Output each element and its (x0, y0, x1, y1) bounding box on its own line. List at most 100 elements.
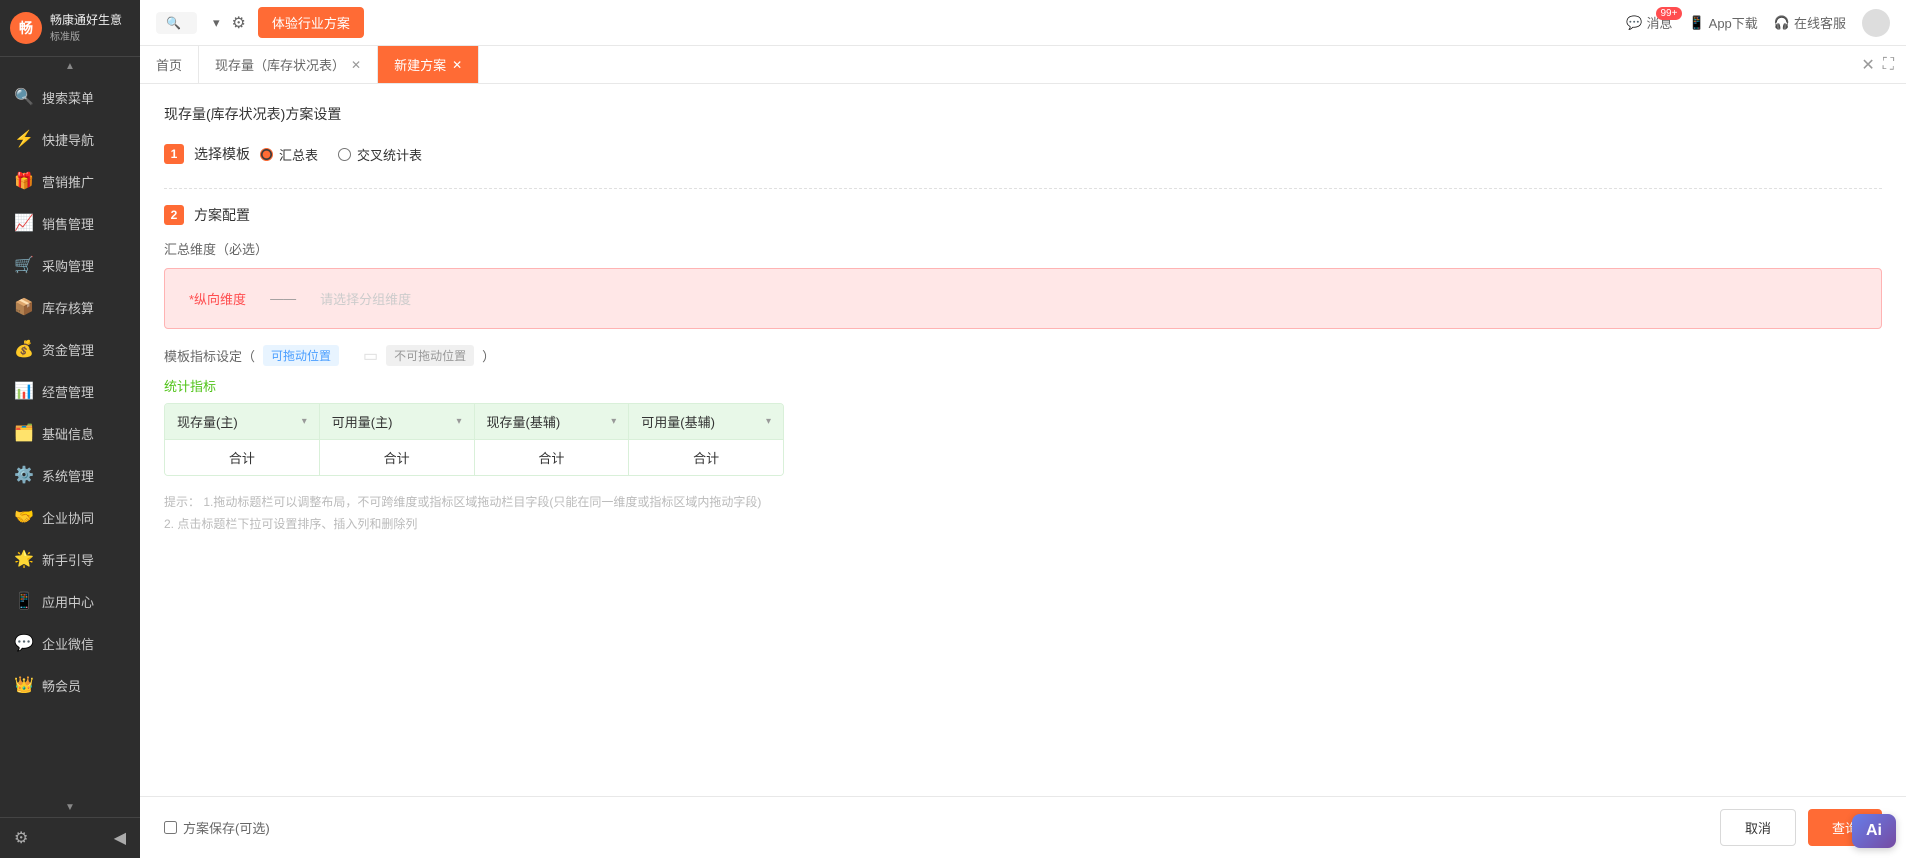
weixin-icon: 💬 (14, 633, 34, 653)
ai-badge[interactable]: Ai (1852, 814, 1896, 848)
sidebar-item-weixin[interactable]: 💬 企业微信 (0, 622, 140, 664)
sidebar-item-label: 基础信息 (42, 424, 94, 443)
tab-close-icon[interactable]: ✕ (452, 58, 462, 72)
sidebar-item-marketing[interactable]: 🎁 营销推广 (0, 160, 140, 202)
stats-section: 统计指标 现存量(主) ▾ 可用量(主) ▾ (164, 376, 1882, 476)
step1-title: 选择模板 (194, 144, 250, 164)
bottom-bar: 方案保存(可选) 取消 查询 (140, 796, 1906, 858)
stats-cell-0: 合计 (165, 440, 320, 475)
collapse-icon[interactable]: ◀ (114, 828, 126, 848)
avatar[interactable] (1862, 9, 1890, 37)
sidebar-item-sales[interactable]: 📈 销售管理 (0, 202, 140, 244)
col-label-2: 现存量(基辅) (487, 412, 561, 431)
dimension-label: 汇总维度（必选） (164, 239, 1882, 258)
sidebar-item-system[interactable]: ⚙️ 系统管理 (0, 454, 140, 496)
chevron-down-icon: ▾ (213, 15, 220, 31)
stats-col-2[interactable]: 现存量(基辅) ▾ (475, 404, 630, 439)
radio-summary-input[interactable] (260, 148, 273, 161)
home-tab-label: 首页 (156, 55, 182, 74)
tab-close-icon[interactable]: ✕ (351, 58, 361, 72)
stats-col-3[interactable]: 可用量(基辅) ▾ (629, 404, 783, 439)
industry-button[interactable]: 体验行业方案 (258, 7, 364, 38)
basic-icon: 🗂️ (14, 423, 34, 443)
sidebar-item-purchase[interactable]: 🛒 采购管理 (0, 244, 140, 286)
sidebar-item-basic[interactable]: 🗂️ 基础信息 (0, 412, 140, 454)
stats-col-0[interactable]: 现存量(主) ▾ (165, 404, 320, 439)
online-service-button[interactable]: 🎧 在线客服 (1774, 13, 1846, 32)
message-button[interactable]: 💬 消息 99+ (1626, 13, 1672, 32)
radio-cross-input[interactable] (338, 148, 351, 161)
chevron-down-icon-1[interactable]: ▾ (456, 416, 461, 427)
indicator-close-label: ） (482, 346, 495, 365)
tab-inventory-status[interactable]: 现存量（库存状况表） ✕ (199, 46, 378, 83)
stats-col-1[interactable]: 可用量(主) ▾ (320, 404, 475, 439)
sidebar-item-newbie[interactable]: 🌟 新手引导 (0, 538, 140, 580)
step2-header: 2 方案配置 (164, 205, 1882, 225)
save-option[interactable]: 方案保存(可选) (164, 818, 270, 837)
system-icon: ⚙️ (14, 465, 34, 485)
sidebar-item-finance[interactable]: 💰 资金管理 (0, 328, 140, 370)
app-download-label: App下载 (1709, 13, 1758, 32)
phone-icon: 📱 (1688, 15, 1704, 31)
sidebar-item-member[interactable]: 👑 畅会员 (0, 664, 140, 706)
sidebar-item-label: 企业协同 (42, 508, 94, 527)
header-search[interactable]: 🔍 (156, 12, 197, 34)
app-name-block: 畅康通好生意 标准版 (50, 13, 122, 44)
dimension-placeholder[interactable]: 请选择分组维度 (320, 289, 411, 308)
sidebar-item-quick-nav[interactable]: ⚡ 快捷导航 (0, 118, 140, 160)
page-body: 现存量(库存状况表)方案设置 1 选择模板 汇总表 交叉统计表 (140, 84, 1906, 796)
cancel-button[interactable]: 取消 (1720, 809, 1796, 846)
app-edition: 标准版 (50, 28, 122, 43)
tip-1: 提示： 1.拖动标题栏可以调整布局，不可跨维度或指标区域拖动栏目字段(只能在同一… (164, 492, 1882, 514)
chevron-down-icon-3[interactable]: ▾ (766, 416, 771, 427)
purchase-icon: 🛒 (14, 255, 34, 275)
search-icon: 🔍 (14, 87, 34, 107)
message-icon: 💬 (1626, 15, 1642, 31)
search-icon: 🔍 (166, 16, 181, 30)
header-right: 💬 消息 99+ 📱 App下载 🎧 在线客服 (1626, 9, 1890, 37)
main-area: 🔍 ▾ ⚙ 体验行业方案 💬 消息 99+ 📱 App下载 🎧 在线客服 (140, 0, 1906, 858)
sidebar-scroll-up[interactable]: ▲ (0, 57, 140, 76)
sidebar-item-label: 企业微信 (42, 634, 94, 653)
tips-section: 提示： 1.拖动标题栏可以调整布局，不可跨维度或指标区域拖动栏目字段(只能在同一… (164, 492, 1882, 535)
gear-icon[interactable]: ⚙ (231, 13, 245, 33)
app-logo-icon: 畅 (10, 12, 42, 44)
tip-2: 2. 点击标题栏下拉可设置排序、插入列和删除列 (164, 514, 1882, 536)
step2-num: 2 (164, 205, 184, 225)
sidebar-item-search[interactable]: 🔍 搜索菜单 (0, 76, 140, 118)
step2-section: 2 方案配置 汇总维度（必选） *纵向维度 —— 请选择分组维度 模板指标设定（… (164, 205, 1882, 535)
sidebar-item-label: 快捷导航 (42, 130, 94, 149)
radio-cross[interactable]: 交叉统计表 (338, 145, 422, 164)
sidebar-item-operation[interactable]: 📊 经营管理 (0, 370, 140, 412)
chevron-down-icon-0[interactable]: ▾ (302, 416, 307, 427)
expand-icon[interactable]: ⛶ (1883, 56, 1894, 74)
step2-title: 方案配置 (194, 205, 250, 225)
sidebar-nav: 🔍 搜索菜单 ⚡ 快捷导航 🎁 营销推广 📈 销售管理 🛒 采购管理 📦 库存核… (0, 76, 140, 798)
sidebar-item-corp[interactable]: 🤝 企业协同 (0, 496, 140, 538)
sidebar-scroll-down[interactable]: ▼ (0, 798, 140, 817)
app-download-button[interactable]: 📱 App下载 (1688, 13, 1757, 32)
header-dropdown[interactable]: ▾ (209, 15, 220, 31)
stats-title: 统计指标 (164, 376, 1882, 395)
sidebar-item-label: 应用中心 (42, 592, 94, 611)
stats-data-row: 合计 合计 合计 合计 (165, 439, 783, 475)
top-header: 🔍 ▾ ⚙ 体验行业方案 💬 消息 99+ 📱 App下载 🎧 在线客服 (140, 0, 1906, 46)
tab-label: 新建方案 (394, 55, 446, 74)
sidebar-item-label: 畅会员 (42, 676, 81, 695)
sidebar-item-apps[interactable]: 📱 应用中心 (0, 580, 140, 622)
radio-summary[interactable]: 汇总表 (260, 145, 318, 164)
tab-new-plan[interactable]: 新建方案 ✕ (378, 46, 479, 83)
sidebar-item-inventory[interactable]: 📦 库存核算 (0, 286, 140, 328)
tab-home[interactable]: 首页 (140, 46, 199, 83)
settings-icon[interactable]: ⚙ (14, 828, 28, 848)
tab-label: 现存量（库存状况表） (215, 55, 345, 74)
dialog-close-icon[interactable]: ✕ (1861, 55, 1874, 75)
step1-num: 1 (164, 144, 184, 164)
stats-cell-1: 合计 (320, 440, 475, 475)
corp-icon: 🤝 (14, 507, 34, 527)
save-checkbox[interactable] (164, 821, 177, 834)
marketing-icon: 🎁 (14, 171, 34, 191)
stats-header-row: 现存量(主) ▾ 可用量(主) ▾ 现存量(基辅) ▾ (165, 404, 783, 439)
sidebar-item-label: 系统管理 (42, 466, 94, 485)
chevron-down-icon-2[interactable]: ▾ (611, 416, 616, 427)
